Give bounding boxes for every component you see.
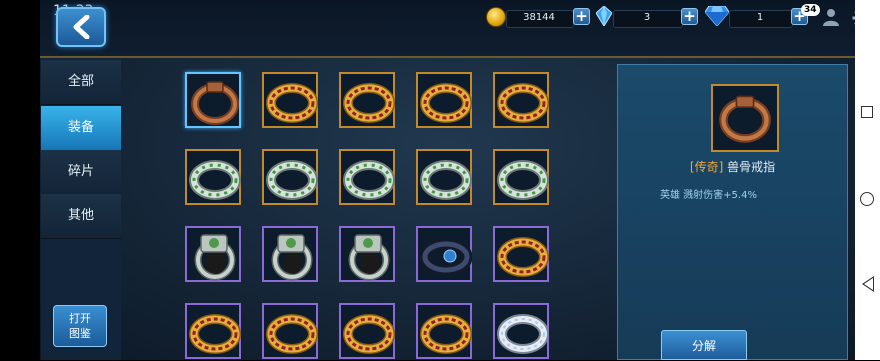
silver-green-ring-icon: [189, 160, 241, 200]
album-button-line2: 图鉴: [69, 327, 91, 340]
inventory-slot[interactable]: [262, 303, 318, 359]
inventory-slot[interactable]: [339, 226, 395, 282]
silver-green-ring-icon: [497, 160, 549, 200]
inventory-slot[interactable]: [416, 72, 472, 128]
inventory-slot[interactable]: [416, 303, 472, 359]
add-crystal-button[interactable]: +: [681, 8, 698, 25]
gold-red-ring-icon: [343, 314, 395, 354]
crystal-icon: [596, 6, 612, 26]
open-album-button[interactable]: 打开 图鉴: [53, 305, 107, 347]
user-icon[interactable]: [822, 8, 840, 26]
inventory-slot[interactable]: [339, 149, 395, 205]
inventory-slot[interactable]: [262, 72, 318, 128]
home-icon[interactable]: [860, 192, 874, 206]
gold-red-ring-icon: [420, 314, 472, 354]
system-nav-bar: [855, 0, 880, 360]
item-title: 兽骨戒指: [727, 160, 776, 174]
silver-green-ring-icon: [266, 160, 318, 200]
tab-fragments[interactable]: 碎片: [41, 150, 121, 195]
top-bar: [40, 0, 855, 58]
gold-coin-icon: [486, 7, 506, 27]
crystal-amount: 3: [643, 12, 651, 23]
gold-red-ring-icon: [497, 83, 549, 123]
inventory-slot[interactable]: [185, 72, 241, 128]
inventory-slot[interactable]: [185, 226, 241, 282]
gold-red-ring-icon: [497, 237, 549, 277]
detail-item-slot: [711, 84, 779, 152]
inventory-slot[interactable]: [493, 149, 549, 205]
inventory-slot[interactable]: [185, 149, 241, 205]
tab-all[interactable]: 全部: [41, 60, 121, 105]
tab-other[interactable]: 其他: [41, 194, 121, 239]
signet-ring-icon: [348, 234, 390, 281]
signet-ring-icon: [194, 234, 236, 281]
inventory-slot[interactable]: [416, 149, 472, 205]
silver-green-ring-icon: [420, 160, 472, 200]
back-triangle-icon[interactable]: [862, 276, 874, 292]
recent-apps-icon[interactable]: [861, 106, 873, 118]
inventory-slot[interactable]: [493, 303, 549, 359]
inventory-slot[interactable]: [262, 226, 318, 282]
tab-equipment[interactable]: 装备: [41, 106, 121, 151]
diamond-icon: [705, 6, 729, 26]
gold-red-ring-icon: [343, 83, 395, 123]
bone-ring-icon: [719, 95, 771, 143]
gold-red-ring-icon: [266, 83, 318, 123]
add-gold-button[interactable]: +: [573, 8, 590, 25]
gold-red-ring-icon: [266, 314, 318, 354]
decompose-button[interactable]: 分解: [661, 330, 747, 360]
chevron-left-icon: [73, 15, 90, 39]
diamond-amount: 1: [756, 12, 764, 23]
item-stat: 英雄 溅射伤害+5.4%: [660, 190, 757, 201]
dark-blue-ring-icon: [420, 238, 472, 276]
gold-red-ring-icon: [189, 314, 241, 354]
item-name: [传奇] 兽骨戒指: [620, 158, 845, 175]
inventory-slot[interactable]: [493, 72, 549, 128]
left-edge: [0, 0, 40, 360]
inventory-slot[interactable]: [493, 226, 549, 282]
rarity-label: [传奇]: [689, 160, 724, 174]
inventory-slot[interactable]: [416, 226, 472, 282]
inventory-slot[interactable]: [339, 303, 395, 359]
album-button-line1: 打开: [69, 312, 91, 325]
bone-ring-icon: [191, 81, 239, 125]
gold-red-ring-icon: [420, 83, 472, 123]
back-button[interactable]: [56, 7, 106, 47]
signet-ring-icon: [271, 234, 313, 281]
notification-badge: 34: [801, 4, 820, 16]
silver-ring-icon: [497, 314, 549, 354]
silver-green-ring-icon: [343, 160, 395, 200]
inventory-slot[interactable]: [339, 72, 395, 128]
inventory-slot[interactable]: [262, 149, 318, 205]
inventory-slot[interactable]: [185, 303, 241, 359]
gold-amount: 38144: [523, 12, 555, 23]
